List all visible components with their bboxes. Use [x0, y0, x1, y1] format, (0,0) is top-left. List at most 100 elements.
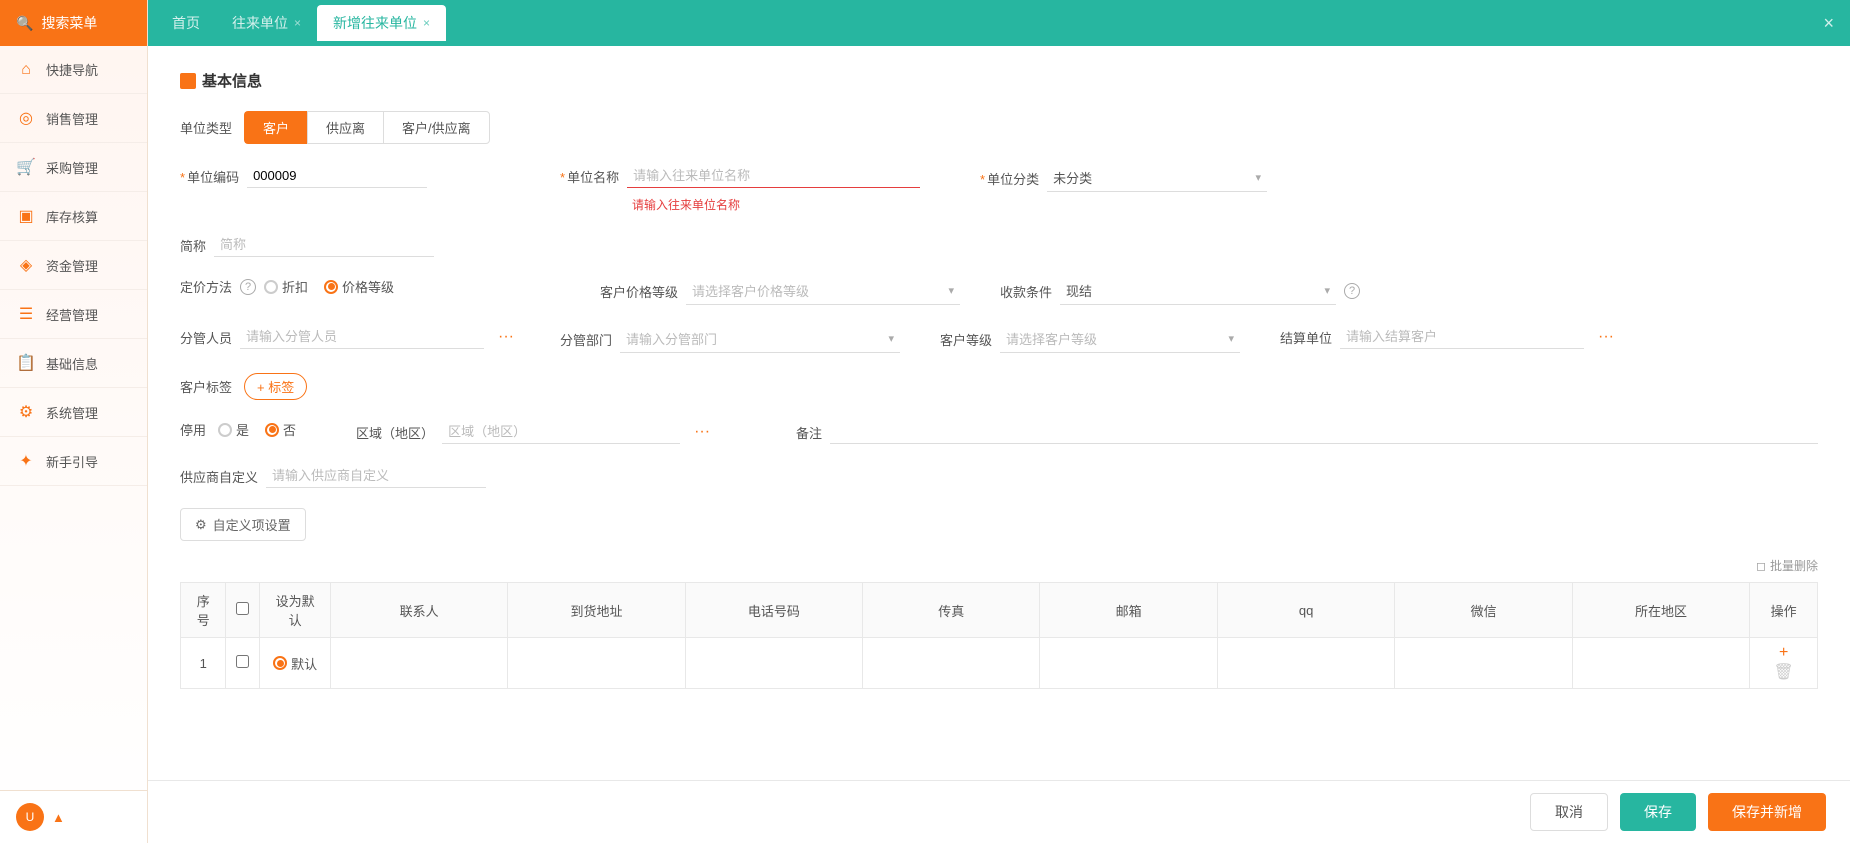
add-tag-label: + 标签	[257, 377, 294, 396]
row-add-button[interactable]: +	[1775, 644, 1792, 661]
disabled-yes-option[interactable]: 是	[218, 420, 249, 439]
fax-input[interactable]	[873, 656, 1029, 671]
row-checkbox[interactable]	[226, 638, 260, 689]
sidebar-item-label: 资金管理	[46, 256, 98, 275]
add-tag-button[interactable]: + 标签	[244, 373, 307, 400]
manager-more-button[interactable]: ···	[492, 326, 520, 348]
unit-name-label: *单位名称	[560, 167, 619, 186]
row-email[interactable]	[1040, 638, 1217, 689]
payment-terms-value: 现结	[1066, 281, 1320, 300]
sidebar-item-system[interactable]: ⚙ 系统管理	[0, 388, 147, 437]
row-region[interactable]	[1572, 638, 1749, 689]
unit-type-customer[interactable]: 客户	[244, 111, 307, 144]
unit-category-value: 未分类	[1053, 168, 1251, 187]
region-input[interactable]	[442, 420, 680, 444]
row-wechat[interactable]	[1395, 638, 1572, 689]
qq-input[interactable]	[1228, 656, 1385, 671]
phone-input[interactable]	[696, 656, 852, 671]
region-more-button[interactable]: ···	[688, 421, 716, 443]
tab-home[interactable]: 首页	[156, 5, 216, 41]
unit-category-select[interactable]: 未分类 ▾	[1047, 164, 1267, 192]
sidebar-item-finance[interactable]: ◈ 资金管理	[0, 241, 147, 290]
cancel-button[interactable]: 取消	[1530, 793, 1608, 831]
payment-help-icon[interactable]: ?	[1344, 283, 1360, 299]
settlement-more-button[interactable]: ···	[1592, 326, 1620, 348]
default-label: 默认	[291, 654, 317, 673]
wechat-input[interactable]	[1405, 656, 1561, 671]
unit-code-label: *单位编码	[180, 167, 239, 186]
customer-price-select[interactable]: 请选择客户价格等级 ▾	[686, 277, 960, 305]
row-fax[interactable]	[863, 638, 1040, 689]
row-qq[interactable]	[1217, 638, 1395, 689]
region-row-input[interactable]	[1583, 656, 1739, 671]
sidebar-item-purchase[interactable]: 🛒 采购管理	[0, 143, 147, 192]
default-radio[interactable]	[273, 656, 287, 670]
customer-price-label: 客户价格等级	[600, 282, 678, 301]
unit-name-error: 请输入往来单位名称	[632, 198, 740, 212]
settlement-unit-input[interactable]	[1340, 325, 1584, 349]
short-name-label: 简称	[180, 236, 206, 255]
unit-type-supplier[interactable]: 供应离	[307, 111, 383, 144]
table-row: 1 默认	[181, 638, 1818, 689]
sidebar-search[interactable]: 🔍 搜索菜单	[0, 0, 147, 46]
disabled-label: 停用	[180, 420, 206, 439]
payment-terms-select[interactable]: 现结 ▾	[1060, 277, 1336, 305]
save-new-button[interactable]: 保存并新增	[1708, 793, 1826, 831]
unit-code-input[interactable]	[247, 164, 427, 188]
customer-level-placeholder: 请选择客户等级	[1006, 329, 1224, 348]
sidebar-search-label: 搜索菜单	[41, 13, 97, 33]
sidebar-item-basic-info[interactable]: 📋 基础信息	[0, 339, 147, 388]
price-level-radio[interactable]	[324, 280, 338, 294]
customer-level-select[interactable]: 请选择客户等级 ▾	[1000, 325, 1240, 353]
select-all-checkbox[interactable]	[236, 602, 249, 615]
row-contact[interactable]	[330, 638, 507, 689]
row-address[interactable]	[508, 638, 685, 689]
email-input[interactable]	[1050, 656, 1206, 671]
pricing-discount-option[interactable]: 折扣	[264, 277, 308, 296]
custom-settings-button[interactable]: ⚙ 自定义项设置	[180, 508, 306, 541]
window-close-button[interactable]: ×	[1815, 9, 1842, 38]
avatar: U	[16, 803, 44, 831]
row-phone[interactable]	[685, 638, 862, 689]
chevron-down-icon3: ▾	[1324, 284, 1330, 297]
pricing-level-option[interactable]: 价格等级	[324, 277, 394, 296]
tab-new-partner-close[interactable]: ×	[423, 17, 430, 29]
customer-tag-label: 客户标签	[180, 377, 232, 396]
short-name-input[interactable]	[214, 233, 434, 257]
save-button[interactable]: 保存	[1620, 793, 1696, 831]
tab-partners-close[interactable]: ×	[294, 17, 301, 29]
unit-type-both[interactable]: 客户/供应离	[383, 111, 490, 144]
col-wechat: 微信	[1395, 583, 1572, 638]
supplier-custom-input[interactable]	[266, 464, 486, 488]
department-select[interactable]: 请输入分管部门 ▾	[620, 325, 900, 353]
row-delete-button[interactable]: 🗑	[1769, 664, 1797, 681]
row-select-checkbox[interactable]	[236, 655, 249, 668]
col-phone: 电话号码	[685, 583, 862, 638]
tab-partners[interactable]: 往来单位 ×	[216, 5, 317, 41]
sidebar-item-guide[interactable]: ✦ 新手引导	[0, 437, 147, 486]
inventory-icon: ▣	[16, 206, 36, 226]
col-checkbox[interactable]	[226, 583, 260, 638]
tab-bar: 首页 往来单位 × 新增往来单位 × ×	[148, 0, 1850, 46]
no-radio[interactable]	[265, 423, 279, 437]
contact-input[interactable]	[341, 656, 497, 671]
unit-name-input[interactable]	[627, 164, 920, 188]
sidebar-item-sales[interactable]: ◎ 销售管理	[0, 94, 147, 143]
tab-new-partner[interactable]: 新增往来单位 ×	[317, 5, 446, 41]
address-input[interactable]	[518, 656, 674, 671]
remarks-input[interactable]	[830, 420, 1818, 444]
sidebar-item-operations[interactable]: ☰ 经营管理	[0, 290, 147, 339]
content-area: 基本信息 单位类型 客户 供应离 客户/供应离 *单位编码	[148, 46, 1850, 780]
manager-input[interactable]	[240, 325, 484, 349]
sidebar-item-inventory[interactable]: ▣ 库存核算	[0, 192, 147, 241]
pricing-row: 定价方法 ? 折扣 价格等级	[180, 277, 1818, 305]
system-icon: ⚙	[16, 402, 36, 422]
pricing-help-icon[interactable]: ?	[240, 279, 256, 295]
disabled-no-option[interactable]: 否	[265, 420, 296, 439]
discount-radio[interactable]	[264, 280, 278, 294]
supplier-custom-row: 供应商自定义	[180, 464, 1818, 488]
batch-delete-button[interactable]: ◻ 批量删除	[1756, 557, 1818, 574]
sidebar-item-quick-nav[interactable]: ⌂ 快捷导航	[0, 46, 147, 94]
yes-radio[interactable]	[218, 423, 232, 437]
sidebar-indicator: ▲	[52, 810, 65, 825]
